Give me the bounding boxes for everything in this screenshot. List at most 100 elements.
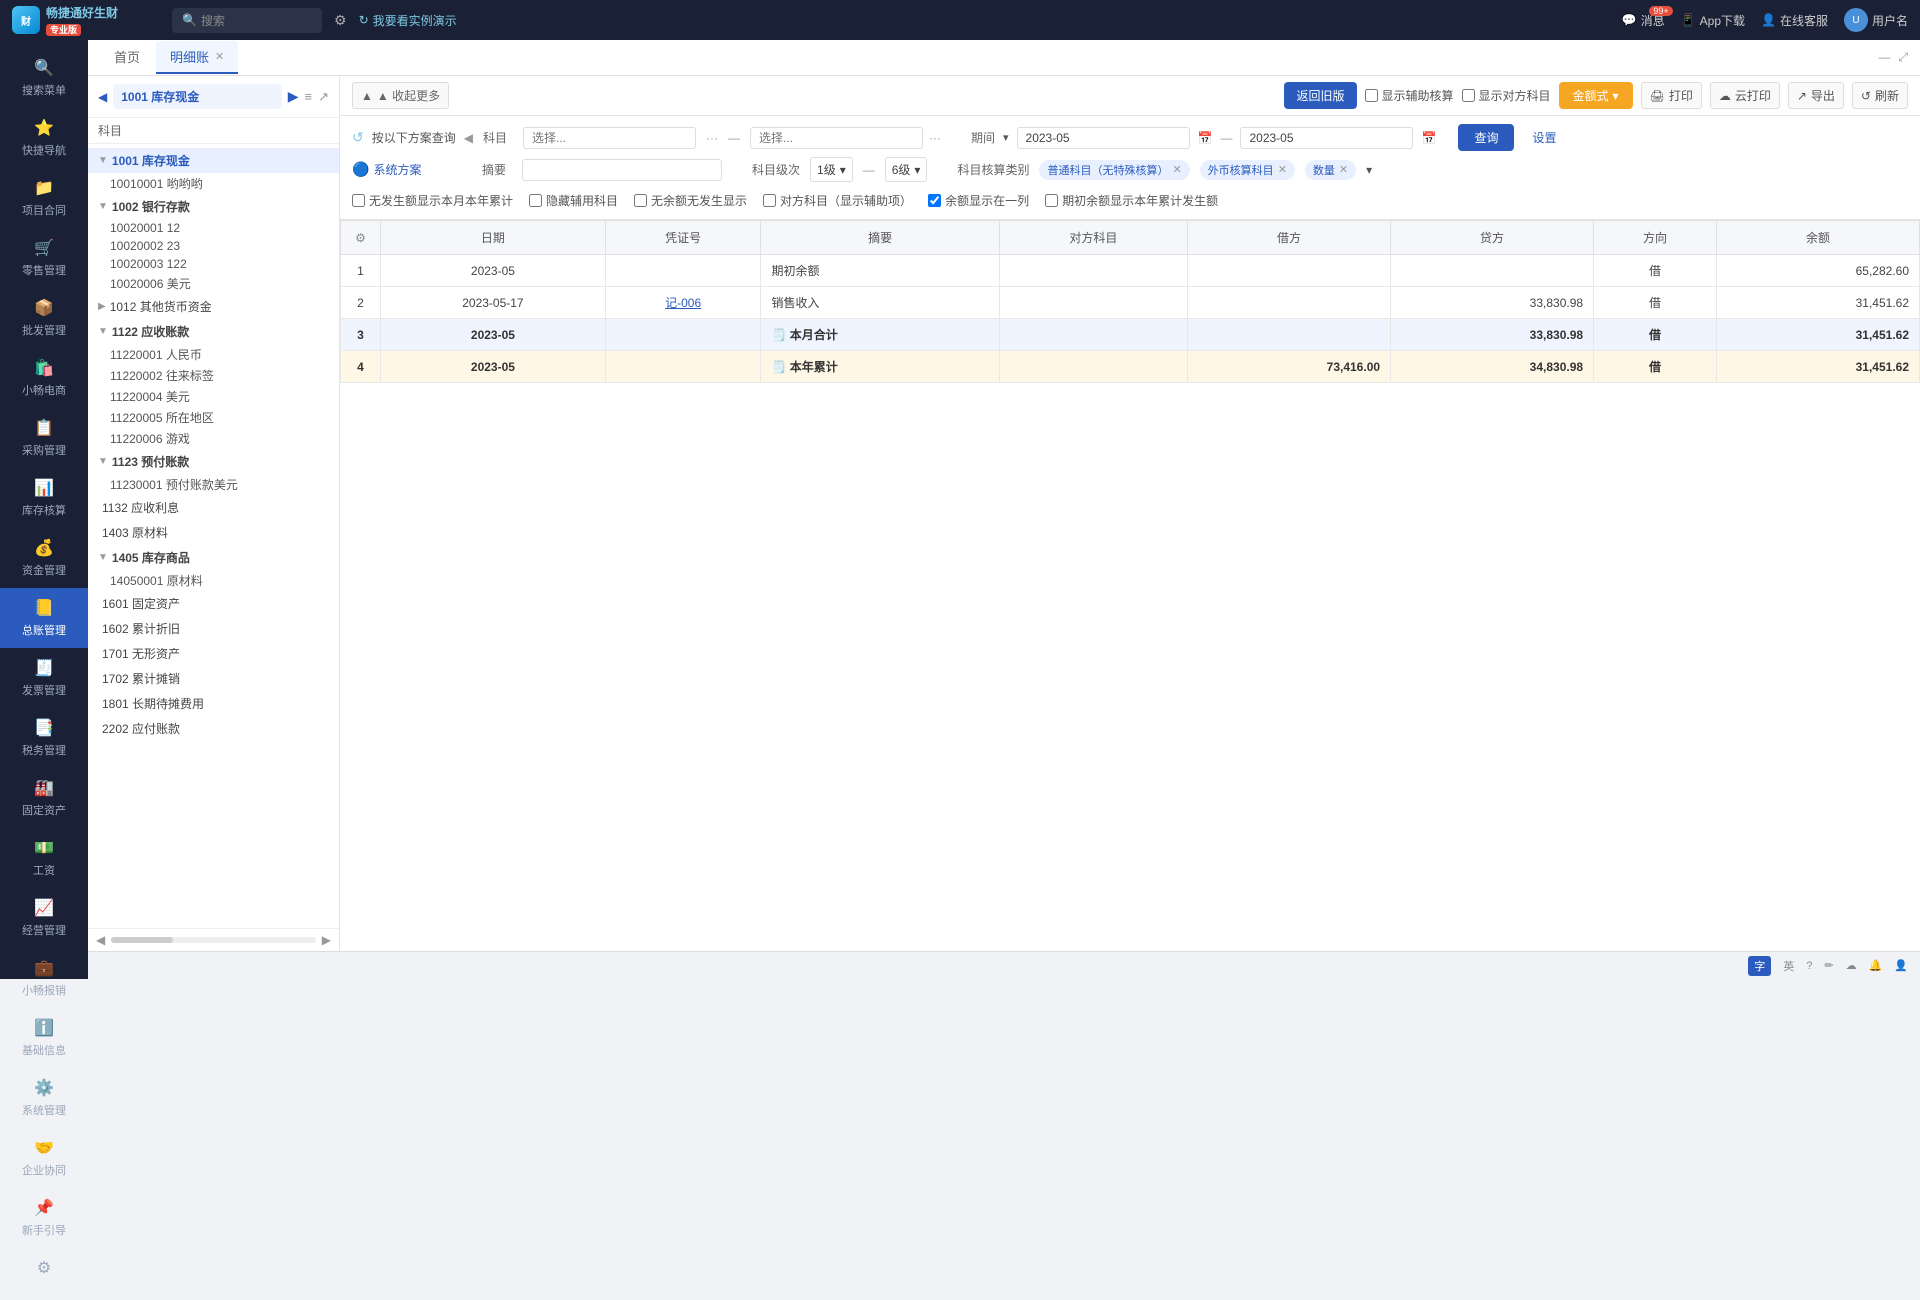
- tab-minimize-icon[interactable]: —: [1878, 50, 1890, 65]
- query-button[interactable]: 查询: [1458, 124, 1514, 151]
- sidebar-item-system[interactable]: ⚙️ 系统管理: [0, 1068, 88, 1128]
- period-end-calendar-icon[interactable]: 📅: [1421, 131, 1436, 145]
- nav-arrow-icon[interactable]: ▶: [288, 88, 299, 105]
- notification-btn[interactable]: 💬 消息 99+: [1622, 12, 1665, 29]
- print-button[interactable]: 🖨 打印: [1641, 82, 1702, 109]
- tree-node-2202[interactable]: 2202 应付账款: [88, 716, 339, 741]
- filter-settings-btn[interactable]: 设置: [1524, 125, 1564, 150]
- sidebar-item-guide[interactable]: 📌 新手引导: [0, 1188, 88, 1248]
- show-contra-checkbox[interactable]: 显示对方科目: [1462, 87, 1551, 104]
- cloud-print-button[interactable]: ☁ 云打印: [1710, 82, 1780, 109]
- status-english-icon[interactable]: 英: [1783, 958, 1794, 974]
- cb-show-contra-input[interactable]: [763, 194, 776, 207]
- tree-node-1701[interactable]: 1701 无形资产: [88, 641, 339, 666]
- cb-hide-aux-input[interactable]: [529, 194, 542, 207]
- list-view-icon[interactable]: ≡: [305, 89, 313, 104]
- status-user-icon[interactable]: 👤: [1894, 959, 1908, 972]
- tag-quantity-close-icon[interactable]: ✕: [1339, 163, 1348, 176]
- tree-node-1403[interactable]: 1403 原材料: [88, 520, 339, 545]
- expand-view-icon[interactable]: ↗: [318, 89, 329, 105]
- sidebar-item-retail[interactable]: 🛒 零售管理: [0, 228, 88, 288]
- export-button[interactable]: ↗ 导出: [1788, 82, 1844, 109]
- tree-child-11220001[interactable]: 11220001 人民币: [88, 344, 339, 365]
- voucher-link[interactable]: 记-006: [665, 296, 701, 310]
- tree-child-10020006[interactable]: 10020006 美元: [88, 273, 339, 294]
- sidebar-item-project[interactable]: 📁 项目合同: [0, 168, 88, 228]
- tree-node-1123[interactable]: ▼ 1123 预付账款: [88, 449, 339, 474]
- sidebar-item-cooperation[interactable]: 🤝 企业协同: [0, 1128, 88, 1188]
- show-aux-input[interactable]: [1365, 89, 1378, 102]
- left-arrow-icon[interactable]: ◀: [98, 90, 107, 104]
- sidebar-item-purchase[interactable]: 📋 采购管理: [0, 408, 88, 468]
- user-area[interactable]: U 用户名: [1844, 8, 1908, 32]
- tree-child-11220005[interactable]: 11220005 所在地区: [88, 407, 339, 428]
- sidebar-item-invoice[interactable]: 🧾 发票管理: [0, 648, 88, 708]
- top-gear-icon[interactable]: ⚙: [334, 12, 347, 29]
- scheme-icon[interactable]: 🔵: [352, 161, 369, 178]
- scroll-right-icon[interactable]: ▶: [322, 933, 331, 947]
- cb-show-balance-col-input[interactable]: [928, 194, 941, 207]
- sidebar-item-mgmt[interactable]: 📈 经营管理: [0, 888, 88, 948]
- status-bell-icon[interactable]: 🔔: [1869, 959, 1883, 972]
- collapse-scheme-icon[interactable]: ◀: [464, 131, 473, 145]
- sidebar-item-basic-info[interactable]: ℹ️ 基础信息: [0, 1008, 88, 1068]
- level-start-select[interactable]: 1级 ▾: [810, 157, 853, 182]
- account-selector[interactable]: 1001 库存现金: [113, 84, 281, 109]
- period-start-input[interactable]: [1017, 127, 1190, 149]
- tree-child-11220004[interactable]: 11220004 美元: [88, 386, 339, 407]
- sidebar-item-ledger[interactable]: 📒 总账管理: [0, 588, 88, 648]
- tab-ledger-detail[interactable]: 明细账 ✕: [156, 41, 238, 74]
- cb-hide-aux[interactable]: 隐藏辅用科目: [529, 192, 618, 209]
- sidebar-item-ecommerce[interactable]: 🛍️ 小畅电商: [0, 348, 88, 408]
- expand-button[interactable]: ▲ ▲ 收起更多: [352, 82, 449, 109]
- tree-node-1001[interactable]: ▼ 1001 库存现金: [88, 148, 339, 173]
- tree-node-1132[interactable]: 1132 应收利息: [88, 495, 339, 520]
- tree-node-1012[interactable]: ▶ 1012 其他货币资金: [88, 294, 339, 319]
- sidebar-item-sales-report[interactable]: 💼 小畅报销: [0, 948, 88, 1008]
- subject-end-input[interactable]: [750, 127, 923, 149]
- cb-no-balance2-input[interactable]: [634, 194, 647, 207]
- sidebar-item-wholesale[interactable]: 📦 批发管理: [0, 288, 88, 348]
- sidebar-item-assets[interactable]: 🏭 固定资产: [0, 768, 88, 828]
- level-end-select[interactable]: 6级 ▾: [885, 157, 928, 182]
- format-button[interactable]: 金额式 ▾: [1559, 82, 1633, 109]
- tree-node-1002[interactable]: ▼ 1002 银行存款: [88, 194, 339, 219]
- cb-show-period[interactable]: 期初余额显示本年累计发生额: [1045, 192, 1218, 209]
- show-contra-input[interactable]: [1462, 89, 1475, 102]
- tree-node-1801[interactable]: 1801 长期待摊费用: [88, 691, 339, 716]
- show-aux-checkbox[interactable]: 显示辅助核算: [1365, 87, 1454, 104]
- top-search[interactable]: 🔍 搜索: [172, 8, 322, 33]
- sidebar-item-quick-nav[interactable]: ⭐ 快捷导航: [0, 108, 88, 168]
- period-calendar-icon[interactable]: 📅: [1198, 131, 1213, 145]
- back-old-version-button[interactable]: 返回旧版: [1284, 82, 1356, 109]
- cb-no-balance-input[interactable]: [352, 194, 365, 207]
- tree-node-1122[interactable]: ▼ 1122 应收账款: [88, 319, 339, 344]
- tree-node-1601[interactable]: 1601 固定资产: [88, 591, 339, 616]
- period-end-input[interactable]: [1240, 127, 1413, 149]
- tab-home[interactable]: 首页: [100, 41, 154, 74]
- tag-normal-close-icon[interactable]: ✕: [1172, 163, 1181, 176]
- tree-child-10020003[interactable]: 10020003 122: [88, 255, 339, 273]
- cb-show-period-input[interactable]: [1045, 194, 1058, 207]
- tree-child-11230001[interactable]: 11230001 预付账款美元: [88, 474, 339, 495]
- period-dropdown-icon[interactable]: ▾: [1003, 131, 1009, 144]
- tree-child-10020001[interactable]: 10020001 12: [88, 219, 339, 237]
- scroll-left-icon[interactable]: ◀: [96, 933, 105, 947]
- sidebar-item-tax[interactable]: 📑 税务管理: [0, 708, 88, 768]
- demo-link[interactable]: ↻ 我要看实例演示: [359, 12, 457, 29]
- status-cloud-icon[interactable]: ☁: [1846, 959, 1857, 972]
- cb-show-balance-col[interactable]: 余额显示在一列: [928, 192, 1029, 209]
- status-chinese-icon[interactable]: 字: [1748, 956, 1771, 976]
- tree-child-11220002[interactable]: 11220002 往来标签: [88, 365, 339, 386]
- sidebar-item-search[interactable]: 🔍 搜索菜单: [0, 48, 88, 108]
- cb-show-contra[interactable]: 对方科目（显示辅助项）: [763, 192, 912, 209]
- sidebar-item-finance[interactable]: 💰 资金管理: [0, 528, 88, 588]
- tree-child-11220006[interactable]: 11220006 游戏: [88, 428, 339, 449]
- tag-foreign-close-icon[interactable]: ✕: [1278, 163, 1287, 176]
- summary-input[interactable]: [522, 159, 722, 181]
- status-edit-icon[interactable]: ✏: [1824, 959, 1833, 972]
- subject-input[interactable]: [523, 127, 696, 149]
- cb-no-balance2[interactable]: 无余额无发生显示: [634, 192, 747, 209]
- cb-no-balance[interactable]: 无发生额显示本月本年累计: [352, 192, 513, 209]
- refresh-button[interactable]: ↺ 刷新: [1852, 82, 1908, 109]
